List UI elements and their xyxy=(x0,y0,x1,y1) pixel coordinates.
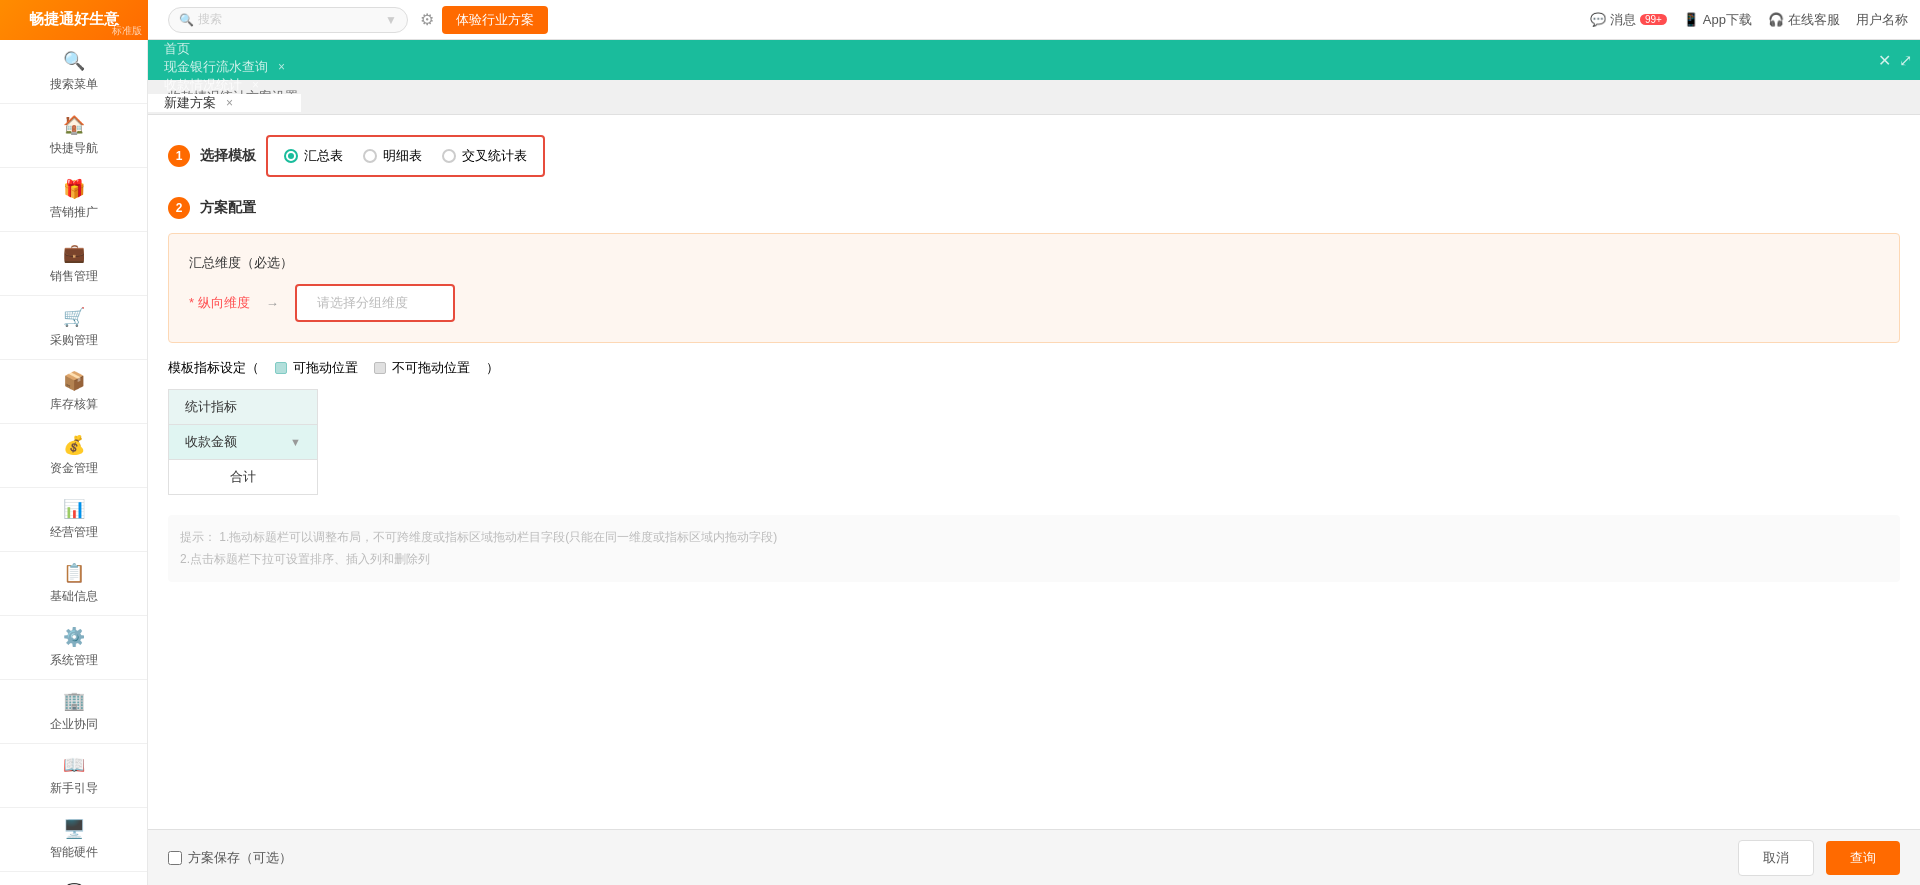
top-bar: 畅捷通好生意 标准版 🔍 搜索 ▼ ⚙ 体验行业方案 💬 消息 99+ 📱 Ap… xyxy=(0,0,1920,40)
messages-badge: 99+ xyxy=(1640,14,1667,25)
tips-section: 提示： 1.拖动标题栏可以调整布局，不可跨维度或指标区域拖动栏目字段(只能在同一… xyxy=(168,515,1900,582)
col-dropdown-arrow[interactable]: ▼ xyxy=(290,436,301,448)
movable-label: 可拖动位置 xyxy=(293,359,358,377)
support-label: 在线客服 xyxy=(1788,11,1840,29)
radio-circle xyxy=(363,149,377,163)
step2-section: 2 方案配置 汇总维度（必选） * 纵向维度 → 请选择分组维度 xyxy=(168,197,1900,582)
sidebar-item-营销推广[interactable]: 🎁营销推广 xyxy=(0,168,147,232)
std-label: 标准版 xyxy=(112,24,142,38)
main-layout: 🔍搜索菜单🏠快捷导航🎁营销推广💼销售管理🛒采购管理📦库存核算💰资金管理📊经营管理… xyxy=(0,40,1920,885)
tips-line2: 2.点击标题栏下拉可设置排序、插入列和删除列 xyxy=(180,549,1888,571)
step2-title: 方案配置 xyxy=(200,199,256,217)
content-area: 首页现金银行流水查询×收款情况统计×新建方案× ✕ ⤢ 收款情况统计方案设置 1… xyxy=(148,40,1920,885)
sidebar-item-智能硬件[interactable]: 🖥️智能硬件 xyxy=(0,808,147,872)
col-label: 收款金额 xyxy=(185,433,237,451)
step1-section: 1 选择模板 汇总表 明细表 交叉统计表 xyxy=(168,135,1900,177)
download-label: App下载 xyxy=(1703,11,1752,29)
messages-label: 消息 xyxy=(1610,11,1636,29)
hint-close: ） xyxy=(486,359,499,377)
search-bar[interactable]: 🔍 搜索 ▼ xyxy=(168,7,408,33)
fixed-label: 不可拖动位置 xyxy=(392,359,470,377)
user-label: 用户名称 xyxy=(1856,11,1908,29)
radio-circle xyxy=(284,149,298,163)
trial-button[interactable]: 体验行业方案 xyxy=(442,6,548,34)
step2-num: 2 xyxy=(168,197,190,219)
tab-现金银行流水查询[interactable]: 现金银行流水查询× xyxy=(148,58,301,76)
row-cell: 合计 xyxy=(169,460,317,494)
arrow-icon: → xyxy=(266,296,279,311)
save-checkbox[interactable] xyxy=(168,851,182,865)
dimension-selector[interactable]: 请选择分组维度 xyxy=(295,284,455,322)
download-icon: 📱 xyxy=(1683,12,1699,27)
movable-dot xyxy=(275,362,287,374)
radio-明细表[interactable]: 明细表 xyxy=(363,147,422,165)
tab-close-icon[interactable]: × xyxy=(278,60,285,74)
dimension-area: 汇总维度（必选） * 纵向维度 → 请选择分组维度 xyxy=(168,233,1900,343)
sidebar-item-基础信息[interactable]: 📋基础信息 xyxy=(0,552,147,616)
step1-title: 选择模板 xyxy=(200,147,256,165)
stat-table: 统计指标 收款金额 ▼ 合计 xyxy=(168,389,318,495)
page-content: 收款情况统计方案设置 1 选择模板 汇总表 明细表 交叉统计表 xyxy=(148,80,1920,829)
sidebar-item-采购管理[interactable]: 🛒采购管理 xyxy=(0,296,147,360)
sidebar-item-销售管理[interactable]: 💼销售管理 xyxy=(0,232,147,296)
col-header[interactable]: 收款金额 ▼ xyxy=(169,425,317,460)
sidebar-item-资金管理[interactable]: 💰资金管理 xyxy=(0,424,147,488)
sidebar-item-经营管理[interactable]: 📊经营管理 xyxy=(0,488,147,552)
sidebar: 🔍搜索菜单🏠快捷导航🎁营销推广💼销售管理🛒采购管理📦库存核算💰资金管理📊经营管理… xyxy=(0,40,148,885)
stat-header-label: 统计指标 xyxy=(185,398,237,416)
tab-bar: 首页现金银行流水查询×收款情况统计×新建方案× ✕ ⤢ xyxy=(148,40,1920,80)
indicator-header: 模板指标设定（ 可拖动位置 不可拖动位置 ） xyxy=(168,359,1900,377)
bottom-bar: 方案保存（可选） 取消 查询 xyxy=(148,829,1920,885)
fixed-dot xyxy=(374,362,386,374)
radio-circle xyxy=(442,149,456,163)
save-option-row: 方案保存（可选） xyxy=(168,849,1726,867)
stat-table-header: 统计指标 xyxy=(169,390,317,425)
indicator-title: 模板指标设定（ xyxy=(168,359,259,377)
cancel-button[interactable]: 取消 xyxy=(1738,840,1814,876)
message-icon: 💬 xyxy=(1590,12,1606,27)
radio-汇总表[interactable]: 汇总表 xyxy=(284,147,343,165)
radio-交叉统计表[interactable]: 交叉统计表 xyxy=(442,147,527,165)
row-dimension-label: * 纵向维度 xyxy=(189,294,250,312)
tab-bar-right: ✕ ⤢ xyxy=(1878,40,1920,80)
settings-icon[interactable]: ⚙ xyxy=(420,10,434,29)
tab-收款情况统计[interactable]: 收款情况统计× xyxy=(148,76,301,94)
fixed-hint: 不可拖动位置 xyxy=(374,359,470,377)
form-container: 1 选择模板 汇总表明细表交叉统计表 2 方案配置 汇总 xyxy=(148,115,1920,829)
tab-新建方案[interactable]: 新建方案× xyxy=(148,94,301,112)
sidebar-item-系统管理[interactable]: ⚙️系统管理 xyxy=(0,616,147,680)
support-item[interactable]: 🎧 在线客服 xyxy=(1768,11,1840,29)
breadcrumb: 收款情况统计方案设置 xyxy=(148,80,1920,115)
user-item[interactable]: 用户名称 xyxy=(1856,11,1908,29)
top-actions: 💬 消息 99+ 📱 App下载 🎧 在线客服 用户名称 xyxy=(1590,11,1908,29)
tips-line1: 提示： 1.拖动标题栏可以调整布局，不可跨维度或指标区域拖动栏目字段(只能在同一… xyxy=(180,527,1888,549)
sidebar-item-企业协同[interactable]: 🏢企业协同 xyxy=(0,680,147,744)
template-options: 汇总表 明细表 交叉统计表 xyxy=(266,135,545,177)
support-icon: 🎧 xyxy=(1768,12,1784,27)
sidebar-item-库存核算[interactable]: 📦库存核算 xyxy=(0,360,147,424)
tab-close-icon[interactable]: × xyxy=(226,96,233,110)
dimension-title: 汇总维度（必选） xyxy=(189,254,1879,272)
sidebar-item-新手引导[interactable]: 📖新手引导 xyxy=(0,744,147,808)
tab-close-icon[interactable]: × xyxy=(252,78,259,92)
search-placeholder: 搜索 xyxy=(198,11,222,28)
download-item[interactable]: 📱 App下载 xyxy=(1683,11,1752,29)
query-button[interactable]: 查询 xyxy=(1826,841,1900,875)
maximize-icon[interactable]: ⤢ xyxy=(1899,51,1912,70)
dimension-row: * 纵向维度 → 请选择分组维度 xyxy=(189,284,1879,322)
sidebar-item-搜索菜单[interactable]: 🔍搜索菜单 xyxy=(0,40,147,104)
step1-num: 1 xyxy=(168,145,190,167)
sidebar-item-企业微信[interactable]: 💬企业微信 xyxy=(0,872,147,885)
save-label: 方案保存（可选） xyxy=(188,849,292,867)
movable-hint: 可拖动位置 xyxy=(275,359,358,377)
app-logo: 畅捷通好生意 xyxy=(29,10,119,29)
close-window-icon[interactable]: ✕ xyxy=(1878,51,1891,70)
tab-首页[interactable]: 首页 xyxy=(148,40,301,58)
sidebar-item-快捷导航[interactable]: 🏠快捷导航 xyxy=(0,104,147,168)
indicator-section: 模板指标设定（ 可拖动位置 不可拖动位置 ） xyxy=(168,359,1900,495)
messages-item[interactable]: 💬 消息 99+ xyxy=(1590,11,1667,29)
